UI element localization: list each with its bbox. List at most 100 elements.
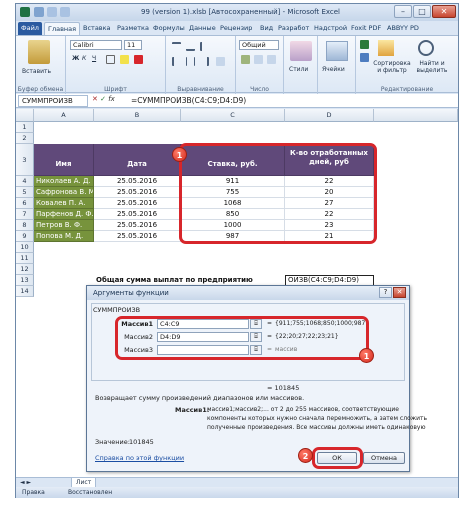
- autosum-icon[interactable]: [360, 40, 369, 49]
- styles-icon[interactable]: [290, 41, 312, 61]
- bold-button[interactable]: Ж: [72, 55, 79, 62]
- ribbon: Вставить Буфер обмена Calibri 11 Ж К Ч Ш…: [16, 35, 458, 94]
- formula-input[interactable]: =СУММПРОИЗВ(C4:C9;D4:D9): [129, 95, 456, 107]
- excel-logo-icon[interactable]: [20, 7, 30, 17]
- find-select-icon[interactable]: [418, 40, 434, 56]
- paste-icon[interactable]: [28, 40, 50, 64]
- header-date[interactable]: Дата: [94, 144, 181, 176]
- select-all-corner[interactable]: [16, 109, 34, 122]
- tab-home[interactable]: Главная: [44, 22, 81, 35]
- badge-2: 2: [298, 448, 313, 463]
- row-header[interactable]: 4: [16, 176, 34, 187]
- close-button[interactable]: ✕: [432, 5, 456, 18]
- help-link[interactable]: Справка по этой функции: [95, 454, 184, 462]
- paste-button[interactable]: Вставить: [22, 68, 51, 75]
- styles-button[interactable]: Стили: [289, 66, 308, 73]
- minimize-button[interactable]: –: [394, 5, 412, 18]
- tab-data[interactable]: Данные: [186, 22, 219, 35]
- align-middle-icon[interactable]: [186, 42, 195, 51]
- fill-color-icon[interactable]: [120, 55, 129, 64]
- table-cell-name[interactable]: Сафронова В. М.: [34, 187, 94, 198]
- align-right-icon[interactable]: [200, 57, 209, 66]
- tab-file[interactable]: Файл: [18, 22, 42, 35]
- wrap-text-icon[interactable]: [200, 42, 209, 51]
- table-cell-date[interactable]: 25.05.2016: [94, 198, 181, 209]
- column-header-d[interactable]: D: [285, 109, 374, 122]
- row-header[interactable]: 13: [16, 275, 34, 286]
- table-cell-name[interactable]: Петров В. Ф.: [34, 220, 94, 231]
- sort-filter-icon[interactable]: [378, 40, 394, 56]
- value-label: Значение:: [95, 438, 130, 446]
- tab-abbyy[interactable]: ABBYY PD: [384, 22, 422, 35]
- column-header-e[interactable]: [374, 109, 458, 122]
- align-left-icon[interactable]: [172, 57, 181, 66]
- font-size-select[interactable]: 11: [124, 40, 142, 50]
- table-cell-name[interactable]: Парфенов Д. Ф.: [34, 209, 94, 220]
- table-cell-date[interactable]: 25.05.2016: [94, 220, 181, 231]
- cancel-button[interactable]: Отмена: [363, 452, 405, 464]
- currency-icon[interactable]: [241, 55, 250, 64]
- number-format-select[interactable]: Общий: [239, 40, 279, 50]
- table-cell-name[interactable]: Николаев А. Д.: [34, 176, 94, 187]
- tab-developer[interactable]: Разработ: [275, 22, 312, 35]
- tab-addins[interactable]: Надстрой: [311, 22, 350, 35]
- comma-icon[interactable]: [267, 55, 276, 64]
- save-icon[interactable]: [34, 7, 44, 17]
- cells-icon[interactable]: [326, 41, 348, 61]
- table-cell-name[interactable]: Ковалев П. А.: [34, 198, 94, 209]
- tab-insert[interactable]: Вставка: [80, 22, 114, 35]
- tab-layout[interactable]: Разметка: [114, 22, 152, 35]
- redo-icon[interactable]: [60, 7, 70, 17]
- row-header[interactable]: 7: [16, 209, 34, 220]
- row-header[interactable]: 3: [16, 144, 34, 176]
- column-header-a[interactable]: A: [34, 109, 94, 122]
- find-select-button[interactable]: Найти и выделить: [412, 60, 452, 74]
- row-header[interactable]: 5: [16, 187, 34, 198]
- row-header[interactable]: 2: [16, 133, 34, 144]
- row-header[interactable]: 12: [16, 264, 34, 275]
- tab-review[interactable]: Рецензир: [217, 22, 255, 35]
- dialog-help-button[interactable]: ?: [379, 287, 392, 298]
- align-center-icon[interactable]: [186, 57, 195, 66]
- row-header[interactable]: 6: [16, 198, 34, 209]
- row-header[interactable]: 1: [16, 122, 34, 133]
- fx-button[interactable]: ✕ ✓ fx: [92, 95, 126, 107]
- font-color-icon[interactable]: [134, 55, 143, 64]
- row-header[interactable]: 10: [16, 242, 34, 253]
- row-header[interactable]: 8: [16, 220, 34, 231]
- font-name-select[interactable]: Calibri: [70, 40, 122, 50]
- table-cell-date[interactable]: 25.05.2016: [94, 187, 181, 198]
- italic-button[interactable]: К: [82, 55, 86, 62]
- number-label: Число: [250, 86, 269, 93]
- sheet-tab-bar: ◄ ► Лист: [16, 477, 458, 488]
- fill-icon[interactable]: [360, 53, 369, 62]
- maximize-button[interactable]: □: [413, 5, 431, 18]
- borders-icon[interactable]: [106, 55, 115, 64]
- underline-button[interactable]: Ч: [92, 55, 96, 62]
- tab-formulas[interactable]: Формулы: [150, 22, 188, 35]
- cells-button[interactable]: Ячейки: [322, 66, 345, 73]
- merge-icon[interactable]: [216, 57, 225, 66]
- sheet-nav-arrows[interactable]: ◄ ►: [20, 479, 31, 486]
- row-header[interactable]: 14: [16, 286, 34, 297]
- header-name[interactable]: Имя: [34, 144, 94, 176]
- table-cell-date[interactable]: 25.05.2016: [94, 176, 181, 187]
- table-cell-name[interactable]: Попова М. Д.: [34, 231, 94, 242]
- title-bar: 99 (version 1).xlsb [Автосохраненный] - …: [16, 4, 458, 21]
- row-header[interactable]: 9: [16, 231, 34, 242]
- sort-filter-button[interactable]: Сортировка и фильтр: [372, 60, 412, 74]
- tab-view[interactable]: Вид: [257, 22, 276, 35]
- name-box[interactable]: СУММПРОИЗВ: [18, 95, 88, 107]
- percent-icon[interactable]: [254, 55, 263, 64]
- table-cell-date[interactable]: 25.05.2016: [94, 231, 181, 242]
- column-header-c[interactable]: C: [181, 109, 285, 122]
- column-header-b[interactable]: B: [94, 109, 181, 122]
- dialog-close-button[interactable]: ✕: [393, 287, 406, 298]
- ok-highlight: [312, 447, 363, 469]
- undo-icon[interactable]: [47, 7, 57, 17]
- tab-foxit[interactable]: Foxit PDF: [348, 22, 384, 35]
- dialog-title: Аргументы функции: [87, 286, 409, 300]
- table-cell-date[interactable]: 25.05.2016: [94, 209, 181, 220]
- row-header[interactable]: 11: [16, 253, 34, 264]
- align-top-icon[interactable]: [172, 42, 181, 51]
